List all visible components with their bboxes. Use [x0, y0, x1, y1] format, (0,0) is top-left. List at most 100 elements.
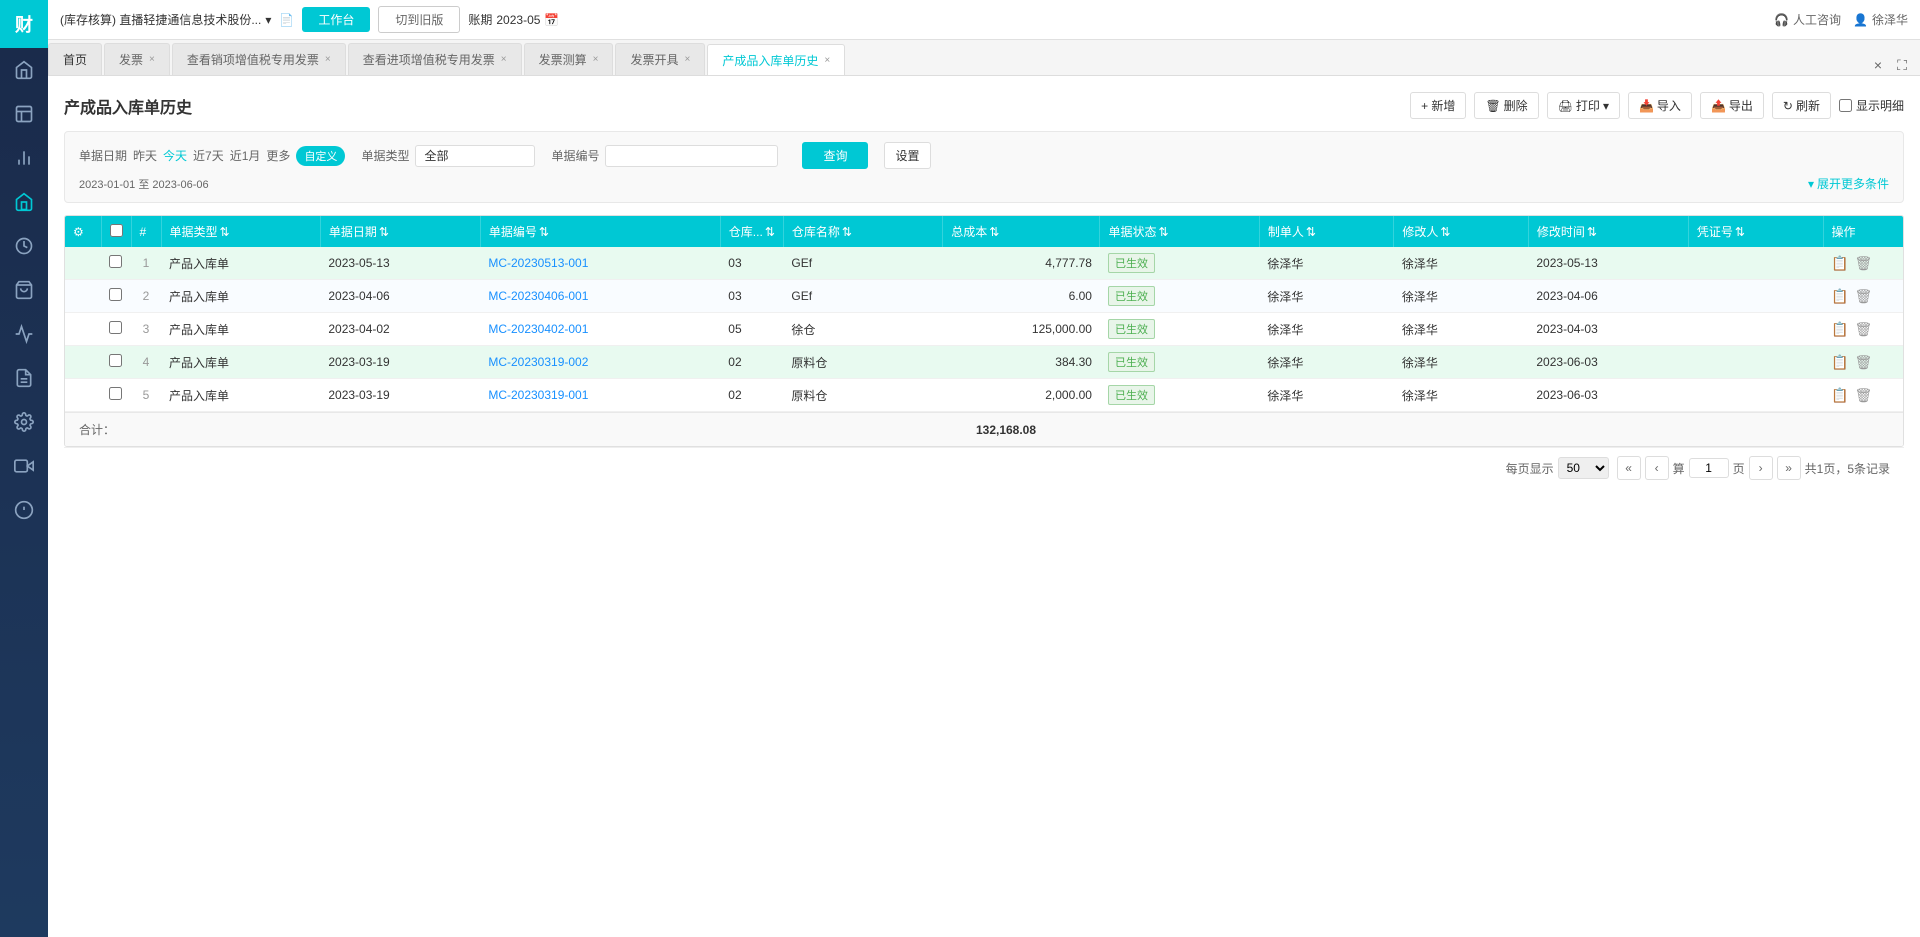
per-page-select[interactable]: 20 50 100: [1558, 457, 1609, 479]
sidebar-item-purchase[interactable]: [0, 268, 48, 312]
tab-purchase-vat-close[interactable]: ×: [501, 54, 507, 65]
app-selector[interactable]: (库存核算) 直播轻捷通信息技术股份... ▾: [60, 11, 271, 28]
delete-btn-3[interactable]: 🗑: [1854, 354, 1872, 371]
number-link-2[interactable]: MC-20230402-001: [488, 322, 588, 336]
expand-conditions[interactable]: ▾ 展开更多条件: [1808, 175, 1889, 192]
number-link-4[interactable]: MC-20230319-001: [488, 388, 588, 402]
th-number[interactable]: 单据编号⇅: [480, 216, 720, 247]
number-link-3[interactable]: MC-20230319-002: [488, 355, 588, 369]
user-service[interactable]: 🎧 人工咨询: [1774, 11, 1841, 28]
date-yesterday[interactable]: 昨天: [133, 147, 157, 164]
delete-btn-4[interactable]: 🗑: [1854, 387, 1872, 404]
cell-number-4[interactable]: MC-20230319-001: [480, 379, 720, 412]
sidebar-item-report[interactable]: [0, 356, 48, 400]
th-modify-time[interactable]: 修改时间⇅: [1528, 216, 1688, 247]
sidebar-item-sales[interactable]: [0, 312, 48, 356]
cell-checkbox-4[interactable]: [101, 379, 131, 412]
delete-button[interactable]: 🗑 删除: [1474, 92, 1538, 119]
prev-page-btn[interactable]: ‹: [1645, 456, 1669, 480]
cell-checkbox-2[interactable]: [101, 313, 131, 346]
settings-icon[interactable]: ⚙: [73, 225, 84, 239]
import-button[interactable]: 📥 导入: [1628, 92, 1692, 119]
new-button[interactable]: + 新增: [1410, 92, 1466, 119]
th-voucher[interactable]: 凭证号⇅: [1688, 216, 1823, 247]
tab-home[interactable]: 首页: [48, 43, 102, 75]
date-more[interactable]: 更多: [266, 147, 290, 164]
select-all-checkbox[interactable]: [110, 224, 123, 237]
window-close-btn[interactable]: ×: [1868, 55, 1888, 75]
tab-invoice[interactable]: 发票 ×: [104, 43, 170, 75]
sidebar-item-invoice[interactable]: [0, 92, 48, 136]
first-page-btn[interactable]: «: [1617, 456, 1641, 480]
page-number-input[interactable]: [1689, 458, 1729, 478]
date-1month[interactable]: 近1月: [230, 147, 261, 164]
sidebar-item-home[interactable]: [0, 48, 48, 92]
edit-btn-0[interactable]: 📋: [1831, 255, 1848, 272]
th-settings[interactable]: ⚙: [65, 216, 101, 247]
reset-button[interactable]: 设置: [884, 142, 930, 169]
tab-history[interactable]: 产成品入库单历史 ×: [707, 44, 845, 76]
doc-icon[interactable]: 📄: [279, 13, 294, 27]
row-checkbox-4[interactable]: [109, 387, 122, 400]
sidebar-item-media[interactable]: [0, 444, 48, 488]
sidebar-item-settings[interactable]: [0, 400, 48, 444]
tab-open-close[interactable]: ×: [684, 54, 690, 65]
th-modifier[interactable]: 修改人⇅: [1394, 216, 1529, 247]
th-creator[interactable]: 制单人⇅: [1259, 216, 1394, 247]
tab-sales-vat[interactable]: 查看销项增值税专用发票 ×: [172, 43, 346, 75]
tab-purchase-vat[interactable]: 查看进项增值税专用发票 ×: [348, 43, 522, 75]
th-warehouse-name[interactable]: 仓库名称⇅: [783, 216, 942, 247]
delete-btn-1[interactable]: 🗑: [1854, 288, 1872, 305]
show-detail-input[interactable]: [1839, 99, 1852, 112]
last-page-btn[interactable]: »: [1777, 456, 1801, 480]
tab-calc[interactable]: 发票测算 ×: [524, 43, 614, 75]
tab-calc-close[interactable]: ×: [593, 54, 599, 65]
number-link-0[interactable]: MC-20230513-001: [488, 256, 588, 270]
tab-sales-vat-close[interactable]: ×: [325, 54, 331, 65]
number-filter-input[interactable]: [605, 145, 778, 167]
tab-history-close[interactable]: ×: [824, 55, 830, 66]
period-calendar-icon[interactable]: 📅: [544, 13, 559, 27]
date-today[interactable]: 今天: [163, 147, 187, 164]
row-checkbox-1[interactable]: [109, 288, 122, 301]
row-checkbox-3[interactable]: [109, 354, 122, 367]
sidebar-item-analytics[interactable]: [0, 136, 48, 180]
next-page-btn[interactable]: ›: [1749, 456, 1773, 480]
cell-number-0[interactable]: MC-20230513-001: [480, 247, 720, 280]
th-type[interactable]: 单据类型⇅: [161, 216, 320, 247]
sidebar-item-finance[interactable]: [0, 224, 48, 268]
th-status[interactable]: 单据状态⇅: [1100, 216, 1259, 247]
query-button[interactable]: 查询: [802, 142, 868, 169]
app-dropdown-icon[interactable]: ▾: [265, 13, 271, 27]
row-checkbox-0[interactable]: [109, 255, 122, 268]
tab-invoice-close[interactable]: ×: [149, 54, 155, 65]
cell-checkbox-0[interactable]: [101, 247, 131, 280]
export-button[interactable]: 📤 导出: [1700, 92, 1764, 119]
cell-number-1[interactable]: MC-20230406-001: [480, 280, 720, 313]
th-date[interactable]: 单据日期⇅: [320, 216, 480, 247]
th-warehouse-code[interactable]: 仓库...⇅: [720, 216, 783, 247]
date-7days[interactable]: 近7天: [193, 147, 224, 164]
row-checkbox-2[interactable]: [109, 321, 122, 334]
tab-open[interactable]: 发票开具 ×: [615, 43, 705, 75]
cell-number-2[interactable]: MC-20230402-001: [480, 313, 720, 346]
date-custom-tag[interactable]: 自定义: [296, 146, 345, 166]
refresh-button[interactable]: ↻ 刷新: [1772, 92, 1831, 119]
cell-checkbox-1[interactable]: [101, 280, 131, 313]
th-total-cost[interactable]: 总成本⇅: [943, 216, 1100, 247]
sidebar-item-version[interactable]: [0, 488, 48, 532]
show-detail-checkbox[interactable]: 显示明细: [1839, 97, 1904, 114]
edit-btn-4[interactable]: 📋: [1831, 387, 1848, 404]
cell-number-3[interactable]: MC-20230319-002: [480, 346, 720, 379]
delete-btn-0[interactable]: 🗑: [1854, 255, 1872, 272]
window-expand-btn[interactable]: ⛶: [1892, 55, 1912, 75]
print-button[interactable]: 🖨 打印 ▾: [1547, 92, 1620, 119]
number-link-1[interactable]: MC-20230406-001: [488, 289, 588, 303]
sidebar-item-warehouse[interactable]: [0, 180, 48, 224]
delete-btn-2[interactable]: 🗑: [1854, 321, 1872, 338]
workstation-button[interactable]: 工作台: [302, 7, 370, 32]
oldver-button[interactable]: 切到旧版: [378, 6, 460, 33]
edit-btn-3[interactable]: 📋: [1831, 354, 1848, 371]
edit-btn-2[interactable]: 📋: [1831, 321, 1848, 338]
edit-btn-1[interactable]: 📋: [1831, 288, 1848, 305]
